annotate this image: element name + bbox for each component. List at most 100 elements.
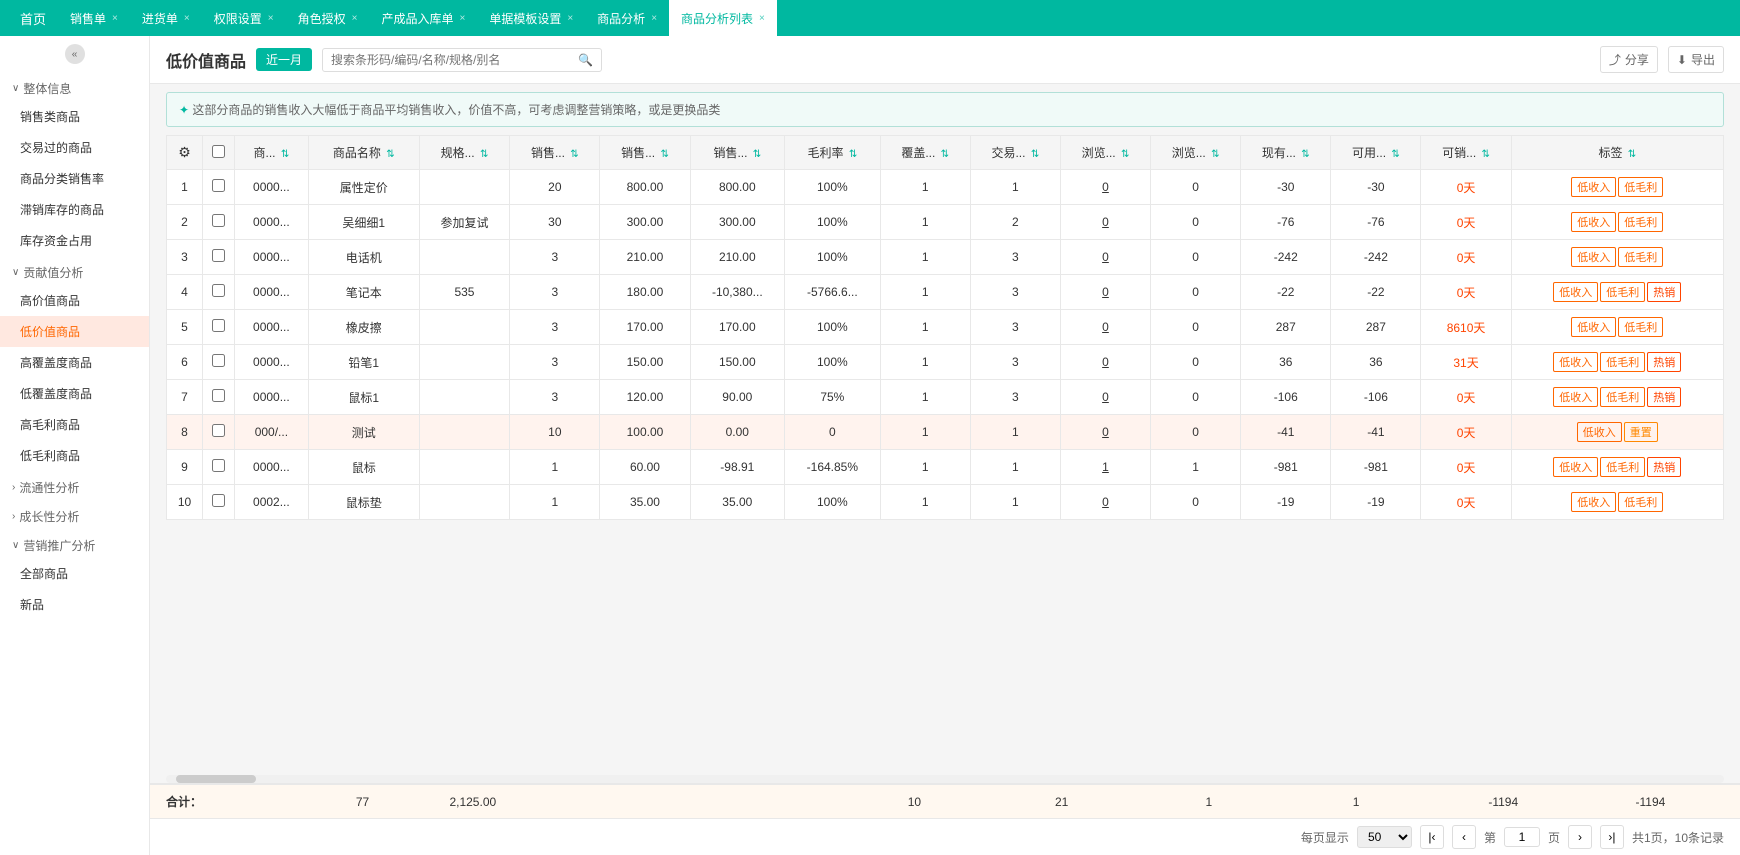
horizontal-scrollbar[interactable] [166,775,1724,783]
sidebar-group-flow[interactable]: › 流通性分析 [0,471,149,500]
cell-checkbox [203,205,235,240]
browse-link[interactable]: 0 [1102,390,1109,404]
sidebar-item-high-coverage[interactable]: 高覆盖度商品 [0,347,149,378]
nav-close-icon[interactable]: × [112,13,118,24]
cell-coverage: 1 [880,485,970,520]
tag-badge: 低收入 [1571,492,1616,512]
nav-role[interactable]: 角色授权 × [286,0,370,36]
browse-link[interactable]: 0 [1102,285,1109,299]
cell-days: 0天 [1421,485,1511,520]
column-days[interactable]: 可销... ⇅ [1421,136,1511,170]
select-all-checkbox[interactable] [212,145,225,158]
sidebar-item-category-rate[interactable]: 商品分类销售率 [0,163,149,194]
nav-close-icon[interactable]: × [567,13,573,24]
sidebar-item-low-value[interactable]: 低价值商品 [0,316,149,347]
browse-link[interactable]: 0 [1102,250,1109,264]
tag-badge: 热销 [1647,457,1681,477]
column-name[interactable]: 商品名称 ⇅ [308,136,419,170]
sidebar-item-high-value[interactable]: 高价值商品 [0,285,149,316]
browse-link[interactable]: 0 [1102,495,1109,509]
cell-s1: 3 [510,345,600,380]
nav-close-icon[interactable]: × [759,13,765,24]
browse-link[interactable]: 1 [1102,460,1109,474]
nav-close-icon[interactable]: × [268,13,274,24]
sidebar-item-slow-goods[interactable]: 滞销库存的商品 [0,194,149,225]
cell-code: 0000... [235,275,309,310]
column-stock[interactable]: 现有... ⇅ [1241,136,1331,170]
nav-home[interactable]: 首页 [8,0,58,36]
sidebar-item-low-coverage[interactable]: 低覆盖度商品 [0,378,149,409]
cell-s2: 170.00 [600,310,690,345]
browse-link[interactable]: 0 [1102,180,1109,194]
nav-close-icon[interactable]: × [184,13,190,24]
browse-link[interactable]: 0 [1102,320,1109,334]
cell-days: 0天 [1421,380,1511,415]
row-checkbox[interactable] [212,284,225,297]
nav-permission[interactable]: 权限设置 × [202,0,286,36]
sidebar-item-sales-goods[interactable]: 销售类商品 [0,101,149,132]
nav-goods-analysis[interactable]: 商品分析 × [585,0,669,36]
column-spec[interactable]: 规格... ⇅ [419,136,510,170]
page-input[interactable] [1504,827,1540,847]
cell-tags: 低收入低毛利 [1511,485,1723,520]
column-code[interactable]: 商... ⇅ [235,136,309,170]
column-browse1[interactable]: 浏览... ⇅ [1060,136,1150,170]
nav-close-icon[interactable]: × [352,13,358,24]
prev-page-btn[interactable]: ‹ [1452,825,1476,849]
nav-close-icon[interactable]: × [459,13,465,24]
row-checkbox[interactable] [212,389,225,402]
first-page-btn[interactable]: |‹ [1420,825,1444,849]
cell-coverage: 1 [880,450,970,485]
column-margin[interactable]: 毛利率 ⇅ [785,136,881,170]
column-tags[interactable]: 标签 ⇅ [1511,136,1723,170]
scrollbar-thumb[interactable] [176,775,256,783]
column-trade[interactable]: 交易... ⇅ [970,136,1060,170]
nav-purchase[interactable]: 进货单 × [130,0,202,36]
nav-close-icon[interactable]: × [651,13,657,24]
sidebar-item-new-goods[interactable]: 新品 [0,589,149,620]
row-checkbox[interactable] [212,214,225,227]
row-checkbox[interactable] [212,424,225,437]
nav-product-in[interactable]: 产成品入库单 × [369,0,477,36]
row-checkbox[interactable] [212,494,225,507]
nav-goods-analysis-list[interactable]: 商品分析列表 × [669,0,777,36]
row-checkbox[interactable] [212,459,225,472]
browse-link[interactable]: 0 [1102,215,1109,229]
row-checkbox[interactable] [212,249,225,262]
row-checkbox[interactable] [212,319,225,332]
column-avail[interactable]: 可用... ⇅ [1331,136,1421,170]
search-input[interactable] [331,53,572,67]
browse-link[interactable]: 0 [1102,425,1109,439]
sidebar-group-overall: ∨ 整体信息 [0,72,149,101]
column-coverage[interactable]: 覆盖... ⇅ [880,136,970,170]
share-btn[interactable]: ⤴ 分享 [1600,46,1658,73]
nav-sales[interactable]: 销售单 × [58,0,130,36]
footer-cell-browse1: 1 [1135,795,1282,809]
sidebar-item-high-margin[interactable]: 高毛利商品 [0,409,149,440]
export-btn[interactable]: ⬇ 导出 [1668,46,1724,73]
row-checkbox[interactable] [212,354,225,367]
column-sales1[interactable]: 销售... ⇅ [510,136,600,170]
sidebar-item-all-goods[interactable]: 全部商品 [0,558,149,589]
row-checkbox[interactable] [212,179,225,192]
cell-num: 7 [167,380,203,415]
sidebar-item-low-margin[interactable]: 低毛利商品 [0,440,149,471]
column-gear[interactable]: ⚙ [167,136,203,170]
cell-tags: 低收入低毛利 [1511,170,1723,205]
nav-template[interactable]: 单据模板设置 × [477,0,585,36]
cell-browse2: 1 [1151,450,1241,485]
cell-avail: -41 [1331,415,1421,450]
last-page-btn[interactable]: ›| [1600,825,1624,849]
next-page-btn[interactable]: › [1568,825,1592,849]
column-sales2[interactable]: 销售... ⇅ [600,136,690,170]
sidebar-item-traded-goods[interactable]: 交易过的商品 [0,132,149,163]
browse-link[interactable]: 0 [1102,355,1109,369]
column-browse2[interactable]: 浏览... ⇅ [1151,136,1241,170]
table-row: 4 0000... 笔记本 535 3 180.00 -10,380... -5… [167,275,1724,310]
column-sales3[interactable]: 销售... ⇅ [690,136,785,170]
sidebar-item-stock-funds[interactable]: 库存资金占用 [0,225,149,256]
sidebar-collapse-btn[interactable]: « [65,44,85,64]
time-filter-btn[interactable]: 近一月 [256,48,312,71]
sidebar-group-growth[interactable]: › 成长性分析 [0,500,149,529]
per-page-select[interactable]: 50 100 200 [1357,826,1412,848]
